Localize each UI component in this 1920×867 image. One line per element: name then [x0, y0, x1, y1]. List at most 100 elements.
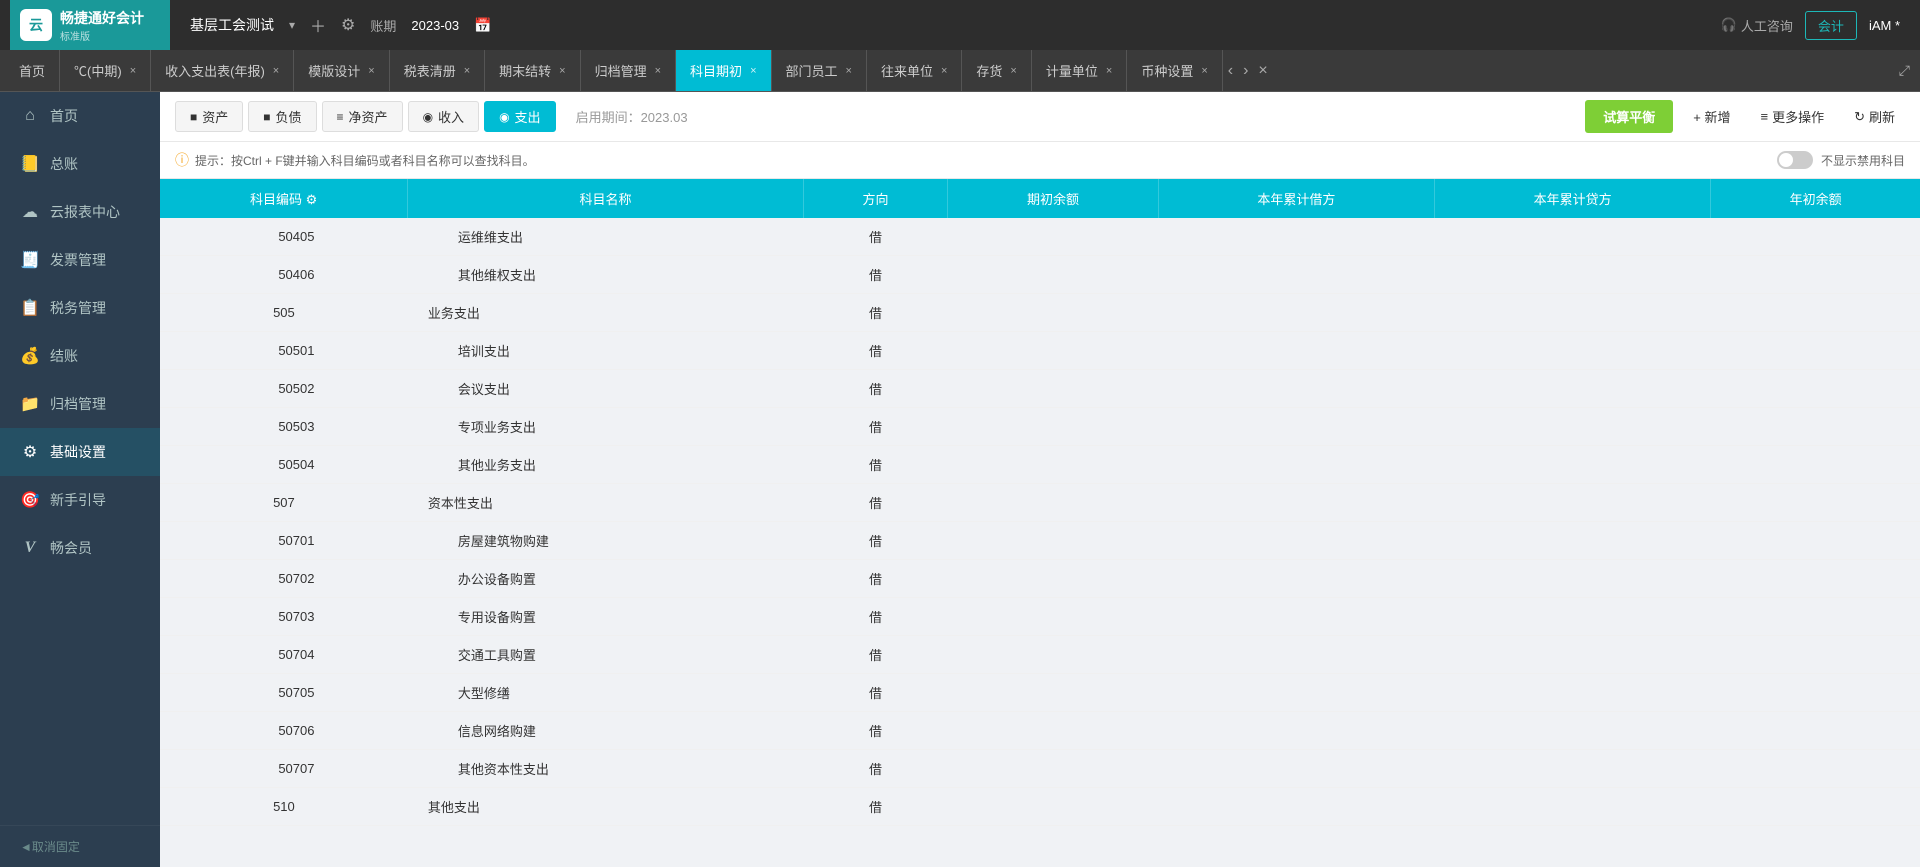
add-new-button[interactable]: + 新增	[1683, 101, 1740, 132]
cell-ytd-debit	[1158, 256, 1434, 294]
table-row[interactable]: 505 业务支出 借	[160, 294, 1920, 332]
cell-ytd-debit	[1158, 560, 1434, 598]
gear-icon: ⚙	[20, 442, 40, 462]
tab-dept-staff-label: 部门员工	[786, 61, 838, 80]
sidebar-item-member-label: 畅会员	[50, 538, 92, 558]
tab-subject-init[interactable]: 科目期初 ×	[676, 50, 771, 91]
cell-init-balance	[948, 750, 1158, 788]
table-row[interactable]: 50503 专项业务支出 借	[160, 408, 1920, 446]
sidebar-item-guide[interactable]: 🎯 新手引导	[0, 476, 160, 524]
table-row[interactable]: 50702 办公设备购置 借	[160, 560, 1920, 598]
sidebar-item-reports[interactable]: ☁ 云报表中心	[0, 188, 160, 236]
filter-tab-expense[interactable]: ◉ 支出	[484, 101, 556, 132]
tab-partners[interactable]: 往来单位 ×	[867, 50, 962, 91]
tab-unit[interactable]: 计量单位 ×	[1032, 50, 1127, 91]
sidebar-item-settings[interactable]: ⚙ 基础设置	[0, 428, 160, 476]
filter-tab-liability[interactable]: ■ 负债	[248, 101, 316, 132]
sidebar-item-tax[interactable]: 📋 税务管理	[0, 284, 160, 332]
table-row[interactable]: 50406 其他维权支出 借	[160, 256, 1920, 294]
filter-tab-income[interactable]: ◉ 收入	[408, 101, 480, 132]
tab-home[interactable]: 首页	[5, 50, 60, 91]
tab-tax[interactable]: 税表清册 ×	[390, 50, 485, 91]
table-scroll[interactable]: 科目编码 ⚙ 科目名称 方向 期初余额 本年累计借方 本年累计贷方 年初余额 5…	[160, 179, 1920, 867]
tab-balance-mid-close[interactable]: ×	[130, 65, 136, 77]
tab-close-all-icon[interactable]: ×	[1253, 62, 1272, 80]
cell-ytd-debit	[1158, 674, 1434, 712]
tab-currency-close[interactable]: ×	[1201, 65, 1207, 77]
tab-prev-icon[interactable]: ‹	[1223, 62, 1238, 80]
header-right: 🎧 人工咨询 会计 iAM *	[1721, 11, 1910, 40]
col-year-init: 年初余额	[1711, 179, 1920, 218]
table-row[interactable]: 50504 其他业务支出 借	[160, 446, 1920, 484]
table-row[interactable]: 507 资本性支出 借	[160, 484, 1920, 522]
account-button[interactable]: 会计	[1805, 11, 1857, 40]
tab-dept-staff-close[interactable]: ×	[846, 65, 852, 77]
cell-ytd-credit	[1434, 598, 1710, 636]
sidebar-item-archive[interactable]: 📁 归档管理	[0, 380, 160, 428]
tab-archive-close[interactable]: ×	[655, 65, 661, 77]
tab-expand-icon[interactable]: ⤢	[1894, 62, 1915, 79]
tab-income-year-close[interactable]: ×	[273, 65, 279, 77]
more-ops-button[interactable]: ≡ 更多操作	[1750, 101, 1834, 132]
tab-period-end[interactable]: 期末结转 ×	[485, 50, 580, 91]
filter-tab-net-asset[interactable]: ≡ 净资产	[322, 101, 403, 132]
table-row[interactable]: 50706 信息网络购建 借	[160, 712, 1920, 750]
cell-year-init	[1711, 218, 1920, 256]
tab-next-icon[interactable]: ›	[1238, 62, 1253, 80]
company-dropdown-icon[interactable]: ▾	[289, 18, 295, 32]
col-code: 科目编码 ⚙	[160, 179, 408, 218]
table-row[interactable]: 50705 大型修缮 借	[160, 674, 1920, 712]
cell-direction: 借	[803, 294, 948, 332]
table-row[interactable]: 50707 其他资本性支出 借	[160, 750, 1920, 788]
sidebar-item-home[interactable]: ⌂ 首页	[0, 92, 160, 140]
cell-ytd-debit	[1158, 636, 1434, 674]
cell-init-balance	[948, 788, 1158, 826]
tab-period-end-close[interactable]: ×	[559, 65, 565, 77]
table-row[interactable]: 50703 专用设备购置 借	[160, 598, 1920, 636]
sidebar-toggle[interactable]: ◄取消固定	[0, 825, 160, 867]
tab-currency[interactable]: 币种设置 ×	[1127, 50, 1222, 91]
tab-inventory[interactable]: 存货 ×	[962, 50, 1031, 91]
table-row[interactable]: 50501 培训支出 借	[160, 332, 1920, 370]
tab-template[interactable]: 模版设计 ×	[294, 50, 389, 91]
col-init-balance: 期初余额	[948, 179, 1158, 218]
sidebar-item-home-label: 首页	[50, 106, 78, 126]
tab-income-year[interactable]: 收入支出表(年报) ×	[151, 50, 294, 91]
cell-ytd-credit	[1434, 446, 1710, 484]
tab-unit-close[interactable]: ×	[1106, 65, 1112, 77]
iam-button[interactable]: iAM *	[1869, 18, 1900, 33]
tab-inventory-close[interactable]: ×	[1010, 65, 1016, 77]
tab-tax-close[interactable]: ×	[464, 65, 470, 77]
sidebar-item-invoice[interactable]: 🧾 发票管理	[0, 236, 160, 284]
tab-partners-close[interactable]: ×	[941, 65, 947, 77]
support-label: 人工咨询	[1741, 16, 1793, 35]
tab-subject-init-close[interactable]: ×	[750, 65, 756, 77]
show-disabled-toggle[interactable]: 不显示禁用科目	[1777, 151, 1905, 169]
tab-dept-staff[interactable]: 部门员工 ×	[772, 50, 867, 91]
cell-name: 大型修缮	[408, 674, 803, 712]
cell-ytd-debit	[1158, 332, 1434, 370]
table-row[interactable]: 510 其他支出 借	[160, 788, 1920, 826]
tab-period-end-label: 期末结转	[499, 61, 551, 80]
add-company-icon[interactable]: ＋	[310, 13, 326, 37]
sidebar-item-member[interactable]: V 畅会员	[0, 524, 160, 572]
table-row[interactable]: 50701 房屋建筑物购建 借	[160, 522, 1920, 560]
tab-template-close[interactable]: ×	[368, 65, 374, 77]
cell-code: 505	[160, 294, 408, 332]
table-row[interactable]: 50405 运维维支出 借	[160, 218, 1920, 256]
cell-ytd-debit	[1158, 598, 1434, 636]
cell-direction: 借	[803, 560, 948, 598]
sidebar-item-ledger[interactable]: 📒 总账	[0, 140, 160, 188]
tab-archive[interactable]: 归档管理 ×	[581, 50, 676, 91]
refresh-button[interactable]: ↻ 刷新	[1844, 101, 1905, 132]
table-row[interactable]: 50704 交通工具购置 借	[160, 636, 1920, 674]
table-row[interactable]: 50502 会议支出 借	[160, 370, 1920, 408]
calc-balance-button[interactable]: 试算平衡	[1585, 100, 1673, 133]
toggle-switch[interactable]	[1777, 151, 1813, 169]
calendar-icon[interactable]: 📅	[474, 17, 491, 34]
filter-tab-asset[interactable]: ■ 资产	[175, 101, 243, 132]
tab-balance-mid[interactable]: ℃(中期) ×	[60, 50, 151, 91]
settings-icon[interactable]: ⚙	[341, 15, 355, 35]
support-button[interactable]: 🎧 人工咨询	[1721, 16, 1793, 35]
sidebar-item-settlement[interactable]: 💰 结账	[0, 332, 160, 380]
